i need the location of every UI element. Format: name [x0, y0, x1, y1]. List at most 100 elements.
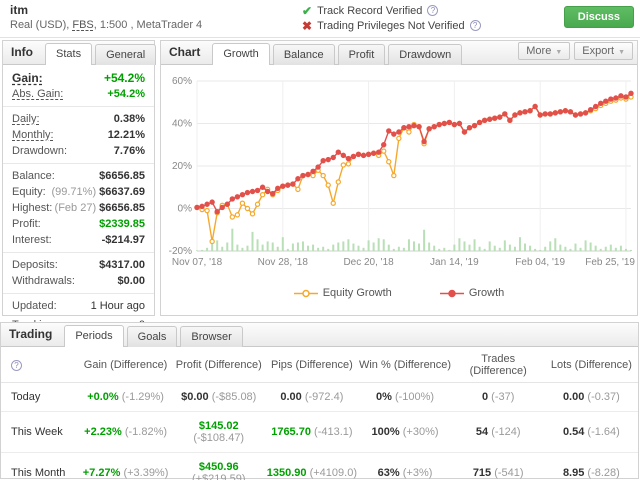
- table-row-this-week: This Week +2.23% (-1.82%) $145.02 (-$108…: [1, 411, 638, 453]
- equity-growth-marker-icon: [293, 289, 318, 297]
- info-row-withdrawals: Withdrawals: $0.00: [3, 273, 154, 289]
- gain-label[interactable]: Gain:: [12, 71, 43, 85]
- info-row-highest: Highest: (Feb 27) $6656.85: [3, 200, 154, 216]
- monthly-label[interactable]: Monthly:: [12, 128, 54, 142]
- trades-cell: 54 (-124): [451, 411, 545, 453]
- lots-cell: 8.95 (-8.28): [544, 452, 638, 480]
- daily-label[interactable]: Daily:: [12, 112, 40, 126]
- export-label: Export: [582, 45, 615, 57]
- period-cell: This Month: [1, 452, 79, 480]
- divider: [3, 252, 154, 253]
- drawdown-value: 7.76%: [113, 145, 145, 157]
- account-subtitle: Real (USD), FBS, 1:500 , MetaTrader 4: [10, 19, 202, 31]
- equity-percent: (99.71%): [51, 186, 97, 198]
- more-button[interactable]: More ▼: [518, 42, 571, 60]
- trades-cell: 715 (-541): [451, 452, 545, 480]
- interest-label: Interest:: [12, 234, 52, 246]
- profit-cell: $145.02 (-$108.47): [172, 411, 266, 453]
- export-button[interactable]: Export ▼: [574, 42, 633, 60]
- tab-growth[interactable]: Growth: [212, 43, 270, 65]
- drawdown-label: Drawdown:: [12, 145, 68, 157]
- abs-gain-label[interactable]: Abs. Gain:: [12, 87, 63, 101]
- svg-text:Nov 28, '18: Nov 28, '18: [258, 257, 309, 268]
- updated-value: 1 Hour ago: [90, 300, 145, 312]
- highest-label: Highest:: [12, 202, 53, 214]
- legend-equity-growth-label: Equity Growth: [322, 287, 392, 299]
- tab-profit[interactable]: Profit: [337, 44, 386, 65]
- legend-item-equity-growth[interactable]: Equity Growth: [293, 287, 392, 299]
- trades-header: Trades (Difference): [451, 347, 545, 383]
- table-row-today: Today +0.0% (-1.29%) $0.00 (-$85.08) 0.0…: [1, 382, 638, 412]
- pips-cell: 1350.90 (+4109.0): [265, 452, 359, 480]
- chevron-down-icon: ▼: [555, 49, 563, 56]
- tab-balance[interactable]: Balance: [272, 44, 335, 65]
- abs-gain-value: +54.2%: [107, 88, 145, 100]
- discuss-button[interactable]: Discuss: [563, 6, 634, 28]
- balance-value: $6656.85: [99, 170, 145, 182]
- divider: [3, 106, 154, 107]
- deposits-value: $4317.00: [99, 259, 145, 271]
- chevron-down-icon: ▼: [618, 49, 625, 56]
- gain-value: +54.2%: [103, 71, 145, 85]
- tab-stats[interactable]: Stats: [45, 43, 93, 65]
- info-row-monthly: Monthly: 12.21%: [3, 127, 154, 143]
- chart-panel-title: Chart: [169, 45, 201, 59]
- tab-drawdown[interactable]: Drawdown: [388, 44, 463, 65]
- help-icon[interactable]: ?: [469, 20, 481, 31]
- help-icon[interactable]: ?: [11, 360, 22, 371]
- tab-periods[interactable]: Periods: [64, 325, 124, 347]
- info-row-interest: Interest: -$214.97: [3, 232, 154, 248]
- svg-text:Feb 25, '19: Feb 25, '19: [585, 257, 635, 268]
- daily-value: 0.38%: [113, 113, 145, 125]
- growth-chart[interactable]: 60% 40% 20% 0% -20%Nov 07, '18 Nov 28, '18 Dec…: [161, 69, 637, 281]
- info-panel-header: Info Stats General: [3, 41, 157, 65]
- balance-label: Balance:: [12, 170, 55, 182]
- svg-text:Feb 04, '19: Feb 04, '19: [515, 257, 565, 268]
- win-cell: 63% (+3%): [358, 452, 452, 480]
- deposits-label: Deposits:: [12, 259, 58, 271]
- profit-value: $2339.85: [99, 218, 145, 230]
- info-row-equity: Equity: (99.71%) $6637.69: [3, 184, 154, 200]
- updated-label: Updated:: [12, 300, 57, 312]
- legend-item-growth[interactable]: Growth: [439, 287, 504, 299]
- divider: [3, 293, 154, 294]
- equity-amount: $6637.69: [99, 186, 145, 198]
- info-panel: Info Stats General Gain: +54.2% Abs. Gai…: [2, 40, 157, 331]
- info-row-daily: Daily: 0.38%: [3, 111, 154, 127]
- track-record-label: Track Record Verified: [317, 4, 423, 17]
- divider: [3, 163, 154, 164]
- info-row-balance: Balance: $6656.85: [3, 168, 154, 184]
- tab-browser[interactable]: Browser: [180, 326, 243, 347]
- lots-cell: 0.54 (-1.64): [544, 411, 638, 453]
- periods-table: ? Gain (Difference) Profit (Difference) …: [1, 347, 638, 480]
- trading-panel: Trading Periods Goals Browser ? Gain (Di…: [0, 322, 639, 480]
- verification-block: ✔ Track Record Verified ? ✖ Trading Priv…: [302, 3, 481, 33]
- svg-text:0%: 0%: [178, 204, 193, 215]
- info-row-abs-gain: Abs. Gain: +54.2%: [3, 86, 154, 102]
- pips-cell: 1765.70 (-413.1): [265, 411, 359, 453]
- pips-cell: 0.00 (-972.4): [265, 382, 359, 412]
- info-row-drawdown: Drawdown: 7.76%: [3, 143, 154, 159]
- win-header: Win % (Difference): [358, 347, 452, 383]
- profit-cell: $0.00 (-$85.08): [172, 382, 266, 412]
- gain-cell: +7.27% (+3.39%): [79, 452, 173, 480]
- gain-header: Gain (Difference): [79, 347, 173, 383]
- growth-chart-area: 60% 40% 20% 0% -20% Nov 07, '18 Nov 28, '18 Dec…: [161, 65, 637, 316]
- tab-goals[interactable]: Goals: [126, 326, 178, 347]
- help-icon[interactable]: ?: [427, 5, 439, 16]
- info-row-updated: Updated: 1 Hour ago: [3, 298, 154, 314]
- chart-panel: Chart Growth Balance Profit Drawdown Mor…: [160, 40, 638, 316]
- period-header: ?: [1, 347, 79, 383]
- track-record-line: ✔ Track Record Verified ?: [302, 3, 481, 18]
- lots-cell: 0.00 (-0.37): [544, 382, 638, 412]
- privileges-label: Trading Privileges Not Verified: [317, 19, 465, 32]
- privileges-line: ✖ Trading Privileges Not Verified ?: [302, 18, 481, 33]
- broker-link[interactable]: FBS: [72, 19, 93, 31]
- svg-text:Jan 14, '19: Jan 14, '19: [430, 257, 479, 268]
- highest-amount: $6656.85: [99, 202, 145, 214]
- tab-general[interactable]: General: [95, 44, 157, 65]
- period-cell: Today: [1, 382, 79, 412]
- highest-date: (Feb 27): [54, 202, 97, 214]
- info-row-gain: Gain: +54.2%: [3, 70, 154, 86]
- svg-text:Dec 20, '18: Dec 20, '18: [343, 257, 394, 268]
